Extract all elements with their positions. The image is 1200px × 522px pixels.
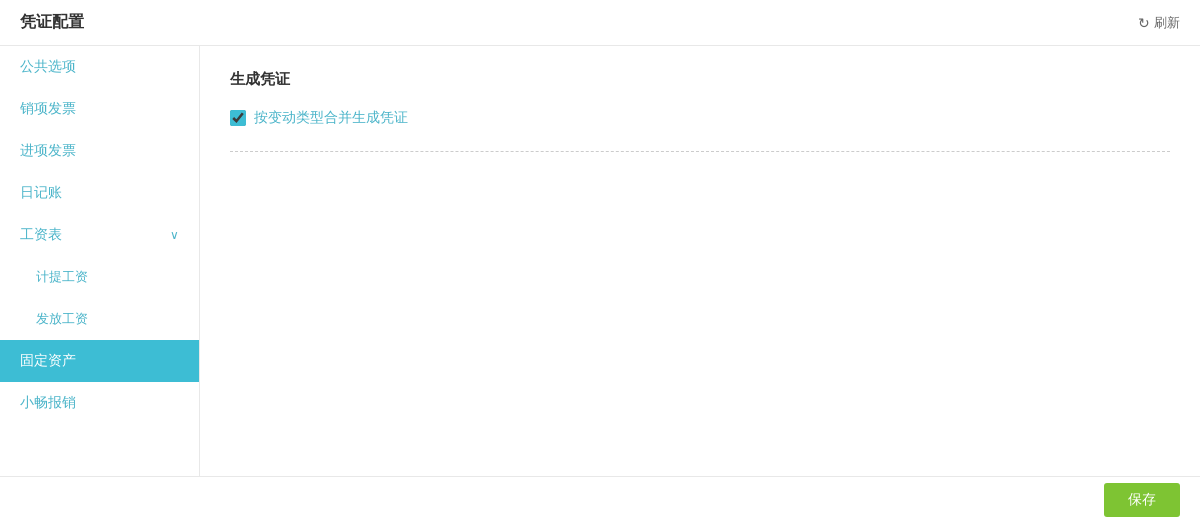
- page-title: 凭证配置: [20, 12, 84, 33]
- merge-by-type-label[interactable]: 按变动类型合并生成凭证: [254, 109, 408, 127]
- refresh-icon: ↻: [1138, 15, 1150, 31]
- save-button[interactable]: 保存: [1104, 483, 1180, 517]
- footer: 保存: [0, 476, 1200, 522]
- sidebar-item-label: 销项发票: [20, 100, 76, 118]
- section-divider: [230, 151, 1170, 152]
- sidebar-item-calc-payroll[interactable]: 计提工资: [0, 256, 199, 298]
- sidebar-item-sales-invoice[interactable]: 销项发票: [0, 88, 199, 130]
- sidebar-item-expense[interactable]: 小畅报销: [0, 382, 199, 424]
- sidebar-item-label: 固定资产: [20, 352, 76, 370]
- main-content: 生成凭证 按变动类型合并生成凭证: [200, 46, 1200, 476]
- section-title: 生成凭证: [230, 70, 1170, 89]
- sidebar-item-journal[interactable]: 日记账: [0, 172, 199, 214]
- header: 凭证配置 ↻ 刷新: [0, 0, 1200, 46]
- refresh-label: 刷新: [1154, 14, 1180, 32]
- main-layout: 公共选项销项发票进项发票日记账工资表 ∨ 计提工资发放工资固定资产小畅报销 生成凭证…: [0, 46, 1200, 476]
- merge-by-type-checkbox[interactable]: [230, 110, 246, 126]
- chevron-down-icon: ∨: [170, 228, 179, 242]
- sidebar-item-purchase-invoice[interactable]: 进项发票: [0, 130, 199, 172]
- sidebar-item-public-options[interactable]: 公共选项: [0, 46, 199, 88]
- sidebar-item-label: 发放工资: [36, 310, 88, 328]
- sidebar: 公共选项销项发票进项发票日记账工资表 ∨ 计提工资发放工资固定资产小畅报销: [0, 46, 200, 476]
- sidebar-item-label: 工资表: [20, 226, 62, 244]
- checkbox-row: 按变动类型合并生成凭证: [230, 109, 1170, 127]
- sidebar-item-label: 进项发票: [20, 142, 76, 160]
- sidebar-item-label: 公共选项: [20, 58, 76, 76]
- sidebar-item-label: 小畅报销: [20, 394, 76, 412]
- refresh-button[interactable]: ↻ 刷新: [1138, 14, 1180, 32]
- sidebar-item-payroll[interactable]: 工资表 ∨: [0, 214, 199, 256]
- sidebar-item-fixed-assets[interactable]: 固定资产: [0, 340, 199, 382]
- sidebar-item-pay-payroll[interactable]: 发放工资: [0, 298, 199, 340]
- sidebar-item-label: 计提工资: [36, 268, 88, 286]
- sidebar-item-label: 日记账: [20, 184, 62, 202]
